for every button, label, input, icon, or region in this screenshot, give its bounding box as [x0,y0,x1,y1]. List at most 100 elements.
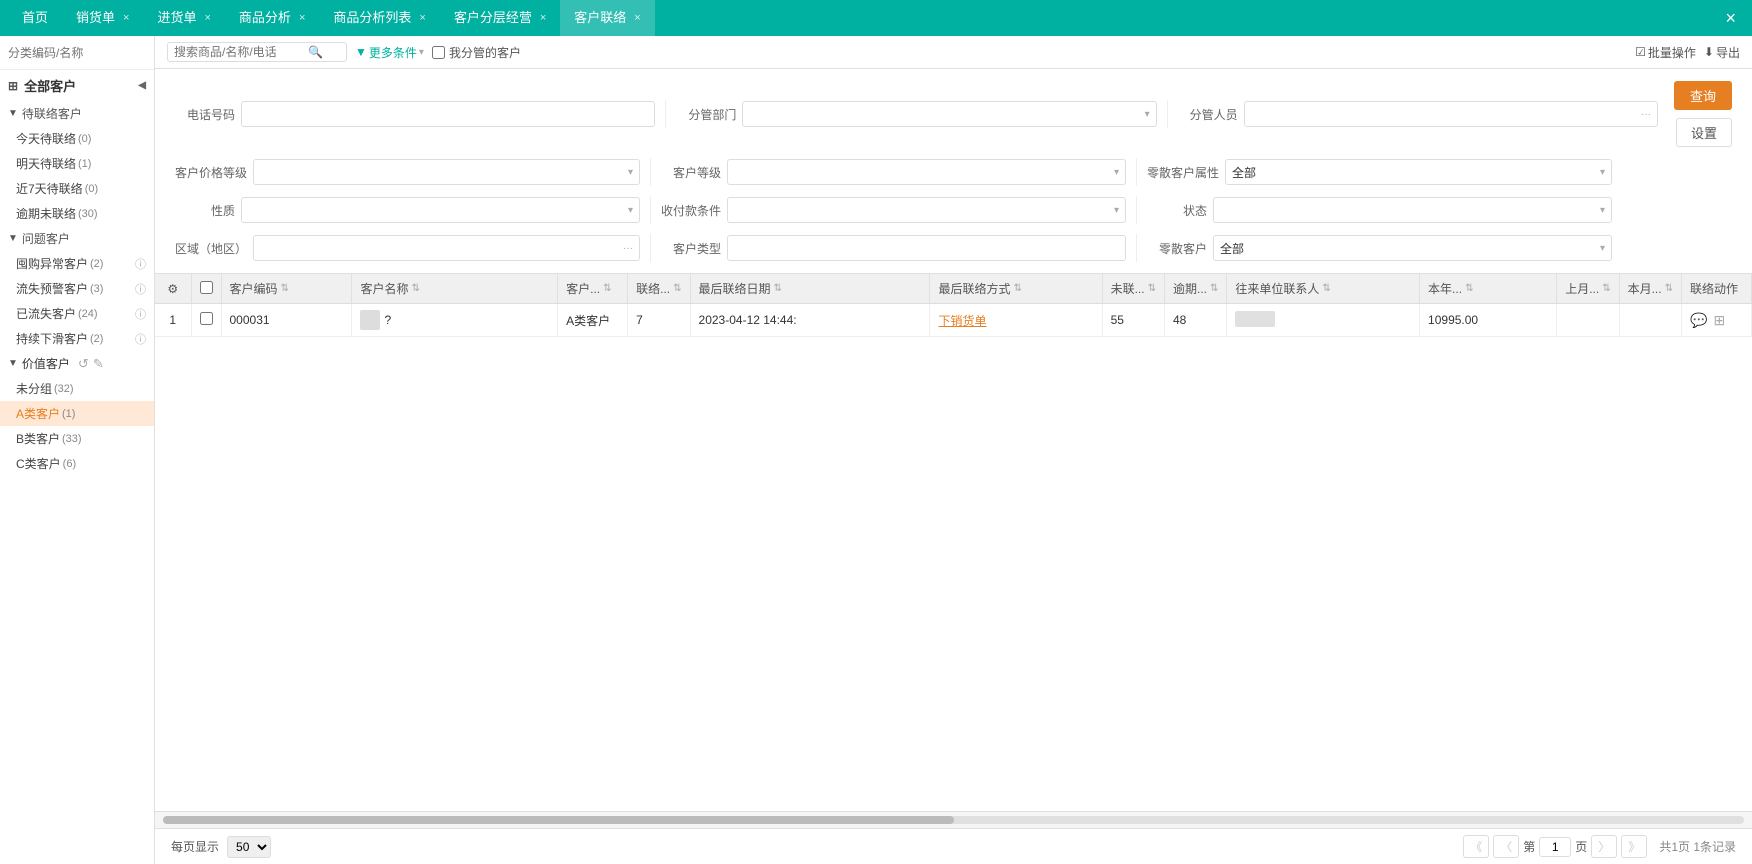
nature-select[interactable]: ▾ [241,197,640,223]
my-customers-checkbox[interactable] [432,46,445,59]
row-this-year: 10995.00 [1420,304,1557,337]
main-search-input[interactable] [174,45,304,59]
nav-product-analysis-close[interactable]: × [299,0,305,36]
col-overdue[interactable]: 逾期... ⇅ [1164,274,1226,304]
customer-type-input[interactable] [727,235,1126,261]
customer-tier-label: 客户等级 [661,164,721,181]
row-last-method: 下销货单 [930,304,1102,337]
nav-customer-tier-close[interactable]: × [540,0,546,36]
sort-icon-last-date: ⇅ [774,283,782,294]
top-navigation: 首页 销货单 × 进货单 × 商品分析 × 商品分析列表 × 客户分层经营 × … [0,0,1752,36]
col-name[interactable]: 客户名称 ⇅ [352,274,558,304]
group-pending-contact[interactable]: ▼ 待联络客户 [0,101,154,126]
nav-purchase-close[interactable]: × [204,0,210,36]
all-customers-header[interactable]: ⊞ 全部客户 ◀ [0,70,154,101]
sidebar-item-b-class[interactable]: B类客户 (33) [0,426,154,451]
a-class-badge: (1) [62,408,75,420]
col-last-date[interactable]: 最后联络日期 ⇅ [690,274,930,304]
export-button[interactable]: ⬇ 导出 [1704,44,1740,61]
col-last-method[interactable]: 最后联络方式 ⇅ [930,274,1102,304]
col-contact-person[interactable]: 往来单位联系人 ⇅ [1227,274,1420,304]
row-index: 1 [155,304,191,337]
dept-select[interactable]: ▾ [742,101,1156,127]
last-page-button[interactable]: 》 [1621,835,1647,858]
col-code[interactable]: 客户编码 ⇅ [221,274,352,304]
person-select[interactable]: ··· [1244,101,1658,127]
col-not-contact[interactable]: 未联... ⇅ [1102,274,1164,304]
batch-op-button[interactable]: ☑ 批量操作 [1635,44,1696,61]
col-contact[interactable]: 联络... ⇅ [628,274,690,304]
last-method[interactable]: 下销货单 [938,314,986,328]
nav-product-list[interactable]: 商品分析列表 × [319,0,439,36]
page-number-input[interactable] [1539,837,1571,857]
sidebar-item-unclassified[interactable]: 未分组 (32) [0,376,154,401]
overdue-label: 逾期未联络 [16,205,76,222]
hoarding-badge: (2) [90,258,103,270]
sidebar-item-overdue[interactable]: 逾期未联络 (30) [0,201,154,226]
filter-icon: ▼ [355,45,367,59]
filter-retail-customer: 零散客户 全部 ▾ [1139,231,1620,265]
sidebar-search-input[interactable] [8,46,155,60]
nav-purchase[interactable]: 进货单 × [143,0,224,36]
prev-page-button[interactable]: 〈 [1493,835,1519,858]
retail-attr-select[interactable]: 全部 ▾ [1225,159,1612,185]
gear-icon: ⚙ [167,282,178,296]
sidebar-item-7days[interactable]: 近7天待联络 (0) [0,176,154,201]
person-dots: ··· [1641,109,1651,120]
nav-home[interactable]: 首页 [8,0,62,36]
scrollbar-thumb[interactable] [163,816,954,824]
sidebar-item-hoarding[interactable]: 囤购异常客户 (2) ⓘ [0,251,154,276]
nav-customer-contact-close[interactable]: × [634,0,640,36]
close-all-button[interactable]: × [1717,8,1744,29]
row-checkbox[interactable] [191,304,221,337]
col-gear[interactable]: ⚙ [155,274,191,304]
nav-product-list-close[interactable]: × [419,0,425,36]
first-page-button[interactable]: 《 [1463,835,1489,858]
status-select[interactable]: ▾ [1213,197,1612,223]
nav-sales[interactable]: 销货单 × [62,0,143,36]
col-this-month[interactable]: 本月... ⇅ [1619,274,1681,304]
sidebar-item-declining[interactable]: 持续下滑客户 (2) ⓘ [0,326,154,351]
hoarding-label: 囤购异常客户 [16,255,88,272]
sidebar-item-churned[interactable]: 已流失客户 (24) ⓘ [0,301,154,326]
col-this-year[interactable]: 本年... ⇅ [1420,274,1557,304]
nav-customer-contact[interactable]: 客户联络 × [560,0,654,36]
nav-sales-close[interactable]: × [123,0,129,36]
page-buttons: 《 〈 第 页 〉 》 共1页 1条记录 [1463,835,1736,858]
scrollbar-track[interactable] [163,816,1744,824]
col-type[interactable]: 客户... ⇅ [558,274,628,304]
sidebar-item-c-class[interactable]: C类客户 (6) [0,451,154,476]
declining-badge: (2) [90,333,103,345]
customer-tier-select[interactable]: ▾ [727,159,1126,185]
phone-input[interactable] [241,101,655,127]
group-problem-customers[interactable]: ▼ 问题客户 [0,226,154,251]
row-select-checkbox[interactable] [200,312,213,325]
sidebar-item-a-class[interactable]: A类客户 (1) [0,401,154,426]
c-class-badge: (6) [63,458,76,470]
col-checkbox[interactable] [191,274,221,304]
settings-button[interactable]: 设置 [1676,118,1732,147]
payment-select[interactable]: ▾ [727,197,1126,223]
grid-action-icon[interactable]: ⊞ [1713,312,1725,329]
filter-buttons: 查询 设置 [1666,77,1740,151]
horizontal-scrollbar[interactable] [155,811,1752,828]
sidebar-item-churn-warn[interactable]: 流失预警客户 (3) ⓘ [0,276,154,301]
nav-product-analysis[interactable]: 商品分析 × [225,0,319,36]
triangle-down-icon: ▼ [8,108,18,119]
query-button[interactable]: 查询 [1674,81,1732,110]
region-select[interactable]: ··· [253,235,640,261]
edit-icon[interactable]: ✎ [93,356,104,372]
col-last-month[interactable]: 上月... ⇅ [1557,274,1619,304]
nav-customer-tier[interactable]: 客户分层经营 × [440,0,560,36]
retail-customer-select[interactable]: 全部 ▾ [1213,235,1612,261]
more-conditions-button[interactable]: ▼ 更多条件 ▾ [355,44,424,61]
nav-purchase-label: 进货单 [157,0,196,36]
sidebar-item-today[interactable]: 今天待联络 (0) [0,126,154,151]
select-all-checkbox[interactable] [200,281,213,294]
price-tier-select[interactable]: ▾ [253,159,640,185]
next-page-button[interactable]: 〉 [1591,835,1617,858]
refresh-icon[interactable]: ↺ [78,356,89,372]
sidebar-item-tomorrow[interactable]: 明天待联络 (1) [0,151,154,176]
chat-icon[interactable]: 💬 [1690,312,1707,329]
per-page-select[interactable]: 50 [227,836,271,858]
